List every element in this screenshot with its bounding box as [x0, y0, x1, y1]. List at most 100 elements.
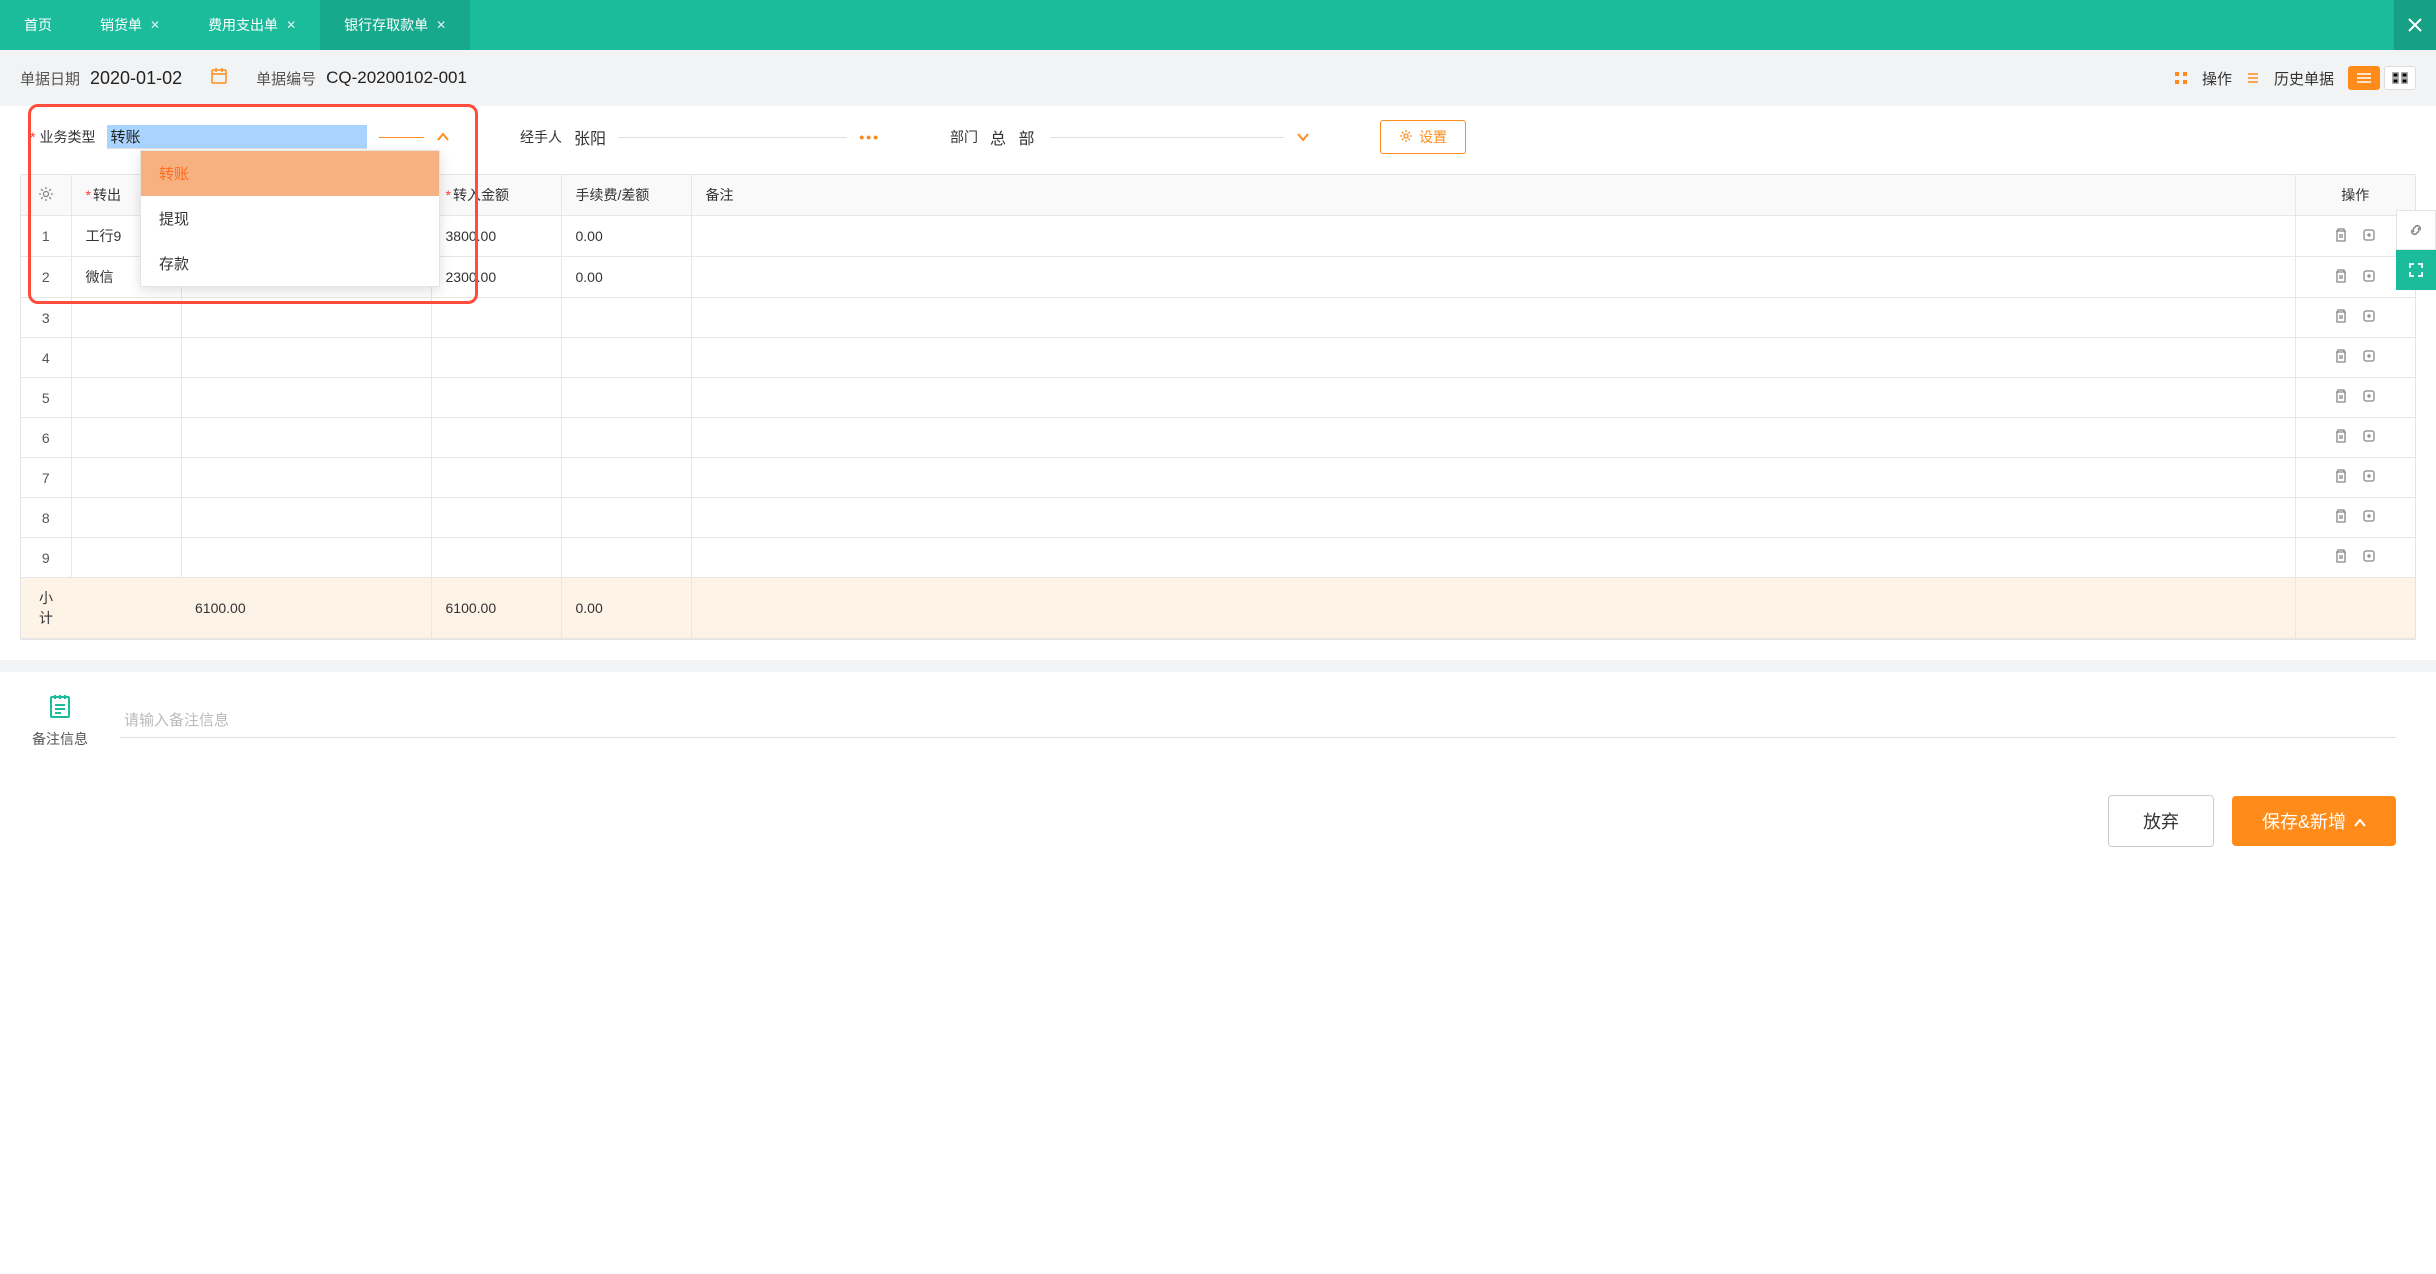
handler-value[interactable]: 张阳	[574, 125, 606, 149]
add-icon[interactable]	[2361, 428, 2377, 444]
close-panel-button[interactable]	[2394, 0, 2436, 50]
add-icon[interactable]	[2361, 348, 2377, 364]
add-icon[interactable]	[2361, 227, 2377, 243]
delete-icon[interactable]	[2333, 308, 2349, 324]
add-icon[interactable]	[2361, 468, 2377, 484]
cell-in-amount[interactable]: 2300.00	[431, 257, 561, 298]
discard-button[interactable]: 放弃	[2108, 795, 2214, 847]
delete-icon[interactable]	[2333, 508, 2349, 524]
table-row[interactable]: 4	[21, 338, 2415, 378]
cell-fee[interactable]: 0.00	[561, 216, 691, 257]
cell-remark[interactable]	[691, 257, 2295, 298]
add-icon[interactable]	[2361, 508, 2377, 524]
cell-out-account[interactable]	[71, 538, 181, 578]
cell-remark[interactable]	[691, 538, 2295, 578]
cell-fee[interactable]: 0.00	[561, 257, 691, 298]
cell-out-amount[interactable]	[181, 418, 431, 458]
settings-button[interactable]: 设置	[1380, 120, 1466, 154]
cell-in-amount[interactable]: 3800.00	[431, 216, 561, 257]
chevron-down-icon[interactable]	[1296, 129, 1310, 145]
delete-icon[interactable]	[2333, 268, 2349, 284]
op-label[interactable]: 操作	[2202, 68, 2232, 89]
tab-sales[interactable]: 销货单 ✕	[76, 0, 184, 50]
cell-remark[interactable]	[691, 498, 2295, 538]
add-icon[interactable]	[2361, 308, 2377, 324]
close-icon[interactable]: ✕	[286, 18, 296, 32]
delete-icon[interactable]	[2333, 548, 2349, 564]
cell-in-amount[interactable]	[431, 498, 561, 538]
date-value[interactable]: 2020-01-02	[90, 68, 182, 89]
cell-fee[interactable]	[561, 538, 691, 578]
cell-in-amount[interactable]	[431, 538, 561, 578]
dropdown-option-transfer[interactable]: 转账	[141, 151, 439, 196]
close-icon[interactable]: ✕	[150, 18, 160, 32]
table-row[interactable]: 5	[21, 378, 2415, 418]
cell-fee[interactable]	[561, 498, 691, 538]
cell-in-amount[interactable]	[431, 418, 561, 458]
cell-in-amount[interactable]	[431, 378, 561, 418]
expand-button[interactable]	[2396, 250, 2436, 290]
dropdown-option-deposit[interactable]: 存款	[141, 241, 439, 286]
tab-bank[interactable]: 银行存取款单 ✕	[320, 0, 470, 50]
cell-fee[interactable]	[561, 298, 691, 338]
cell-out-amount[interactable]	[181, 338, 431, 378]
cell-out-account[interactable]	[71, 298, 181, 338]
delete-icon[interactable]	[2333, 348, 2349, 364]
cell-out-amount[interactable]	[181, 538, 431, 578]
close-icon[interactable]: ✕	[436, 18, 446, 32]
cell-remark[interactable]	[691, 338, 2295, 378]
table-row[interactable]: 8	[21, 498, 2415, 538]
cell-out-account[interactable]	[71, 498, 181, 538]
dept-value[interactable]: 总 部	[990, 125, 1038, 149]
field-biztype[interactable]: 业务类型 转账	[30, 125, 450, 149]
cell-out-amount[interactable]	[181, 498, 431, 538]
delete-icon[interactable]	[2333, 428, 2349, 444]
cell-out-account[interactable]	[71, 458, 181, 498]
table-row[interactable]: 7	[21, 458, 2415, 498]
cell-in-amount[interactable]	[431, 458, 561, 498]
add-icon[interactable]	[2361, 548, 2377, 564]
table-row[interactable]: 9	[21, 538, 2415, 578]
calendar-icon[interactable]	[210, 67, 228, 89]
cell-out-amount[interactable]	[181, 458, 431, 498]
row-number: 7	[21, 458, 71, 498]
cell-out-account[interactable]	[71, 418, 181, 458]
cell-fee[interactable]	[561, 418, 691, 458]
cell-out-amount[interactable]	[181, 378, 431, 418]
view-grid-button[interactable]	[2384, 66, 2416, 90]
save-add-button[interactable]: 保存&新增	[2232, 796, 2396, 846]
cell-remark[interactable]	[691, 418, 2295, 458]
add-icon[interactable]	[2361, 268, 2377, 284]
cell-fee[interactable]	[561, 458, 691, 498]
cell-out-amount[interactable]	[181, 298, 431, 338]
delete-icon[interactable]	[2333, 468, 2349, 484]
biztype-value[interactable]: 转账	[107, 125, 367, 149]
dropdown-option-withdraw[interactable]: 提现	[141, 196, 439, 241]
table-row[interactable]: 6	[21, 418, 2415, 458]
field-dept[interactable]: 部门 总 部	[950, 125, 1310, 149]
cell-remark[interactable]	[691, 298, 2295, 338]
remark-input[interactable]	[120, 704, 2396, 738]
tab-expense[interactable]: 费用支出单 ✕	[184, 0, 320, 50]
tab-home[interactable]: 首页	[0, 0, 76, 50]
delete-icon[interactable]	[2333, 227, 2349, 243]
add-icon[interactable]	[2361, 388, 2377, 404]
view-list-button[interactable]	[2348, 66, 2380, 90]
cell-out-account[interactable]	[71, 378, 181, 418]
cell-in-amount[interactable]	[431, 298, 561, 338]
chevron-up-icon[interactable]	[436, 129, 450, 145]
more-icon[interactable]: •••	[859, 129, 880, 145]
table-row[interactable]: 3	[21, 298, 2415, 338]
cell-remark[interactable]	[691, 216, 2295, 257]
link-button[interactable]	[2396, 210, 2436, 250]
history-label[interactable]: 历史单据	[2274, 68, 2334, 89]
cell-in-amount[interactable]	[431, 338, 561, 378]
cell-remark[interactable]	[691, 458, 2295, 498]
field-handler[interactable]: 经手人 张阳 •••	[520, 125, 880, 149]
delete-icon[interactable]	[2333, 388, 2349, 404]
cell-fee[interactable]	[561, 338, 691, 378]
cell-fee[interactable]	[561, 378, 691, 418]
column-config[interactable]	[21, 175, 71, 216]
cell-remark[interactable]	[691, 378, 2295, 418]
cell-out-account[interactable]	[71, 338, 181, 378]
